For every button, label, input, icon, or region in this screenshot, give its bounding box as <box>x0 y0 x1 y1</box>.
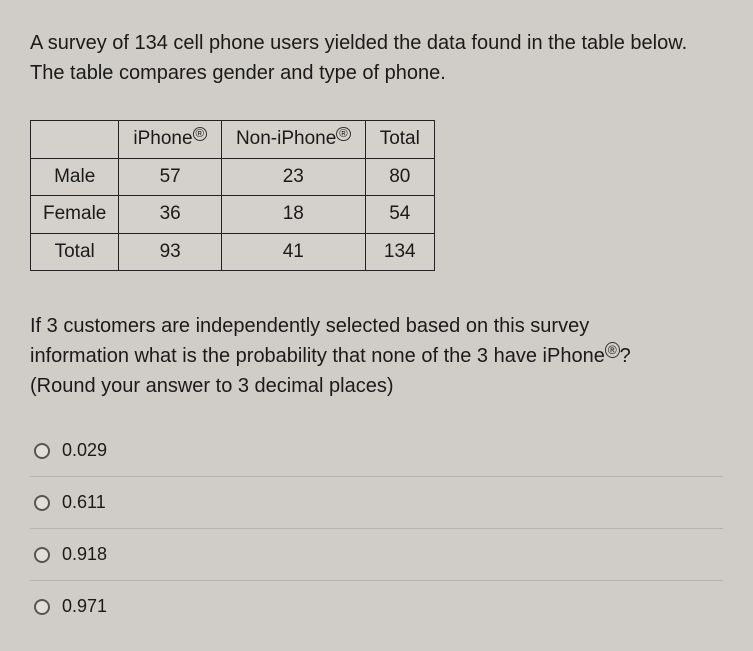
cell: 93 <box>119 233 222 271</box>
radio-icon[interactable] <box>34 443 50 459</box>
col-header-noniphone: Non-iPhone® <box>221 121 365 159</box>
table-row: Male 57 23 80 <box>31 158 435 196</box>
table-row: Total 93 41 134 <box>31 233 435 271</box>
answer-option[interactable]: 0.029 <box>30 425 723 477</box>
table-row: Female 36 18 54 <box>31 196 435 234</box>
col-header-iphone: iPhone® <box>119 121 222 159</box>
cell: 80 <box>365 158 434 196</box>
radio-icon[interactable] <box>34 599 50 615</box>
cell: 57 <box>119 158 222 196</box>
data-table: iPhone® Non-iPhone® Total Male 57 23 80 … <box>30 120 435 271</box>
row-label: Total <box>31 233 119 271</box>
cell: 23 <box>221 158 365 196</box>
question-intro: A survey of 134 cell phone users yielded… <box>30 28 723 88</box>
answer-options: 0.029 0.611 0.918 0.971 <box>30 425 723 632</box>
cell: 41 <box>221 233 365 271</box>
blank-cell <box>31 121 119 159</box>
row-label: Male <box>31 158 119 196</box>
table-header-row: iPhone® Non-iPhone® Total <box>31 121 435 159</box>
option-label: 0.611 <box>62 489 106 516</box>
question-text: If 3 customers are independently selecte… <box>30 311 723 401</box>
registered-icon: ® <box>605 342 620 358</box>
option-label: 0.918 <box>62 541 107 568</box>
answer-option[interactable]: 0.971 <box>30 581 723 632</box>
row-label: Female <box>31 196 119 234</box>
answer-option[interactable]: 0.611 <box>30 477 723 529</box>
registered-icon: ® <box>336 127 350 141</box>
radio-icon[interactable] <box>34 547 50 563</box>
col-header-total: Total <box>365 121 434 159</box>
cell: 18 <box>221 196 365 234</box>
cell: 54 <box>365 196 434 234</box>
answer-option[interactable]: 0.918 <box>30 529 723 581</box>
registered-icon: ® <box>193 127 207 141</box>
option-label: 0.971 <box>62 593 107 620</box>
option-label: 0.029 <box>62 437 107 464</box>
cell: 36 <box>119 196 222 234</box>
cell: 134 <box>365 233 434 271</box>
radio-icon[interactable] <box>34 495 50 511</box>
